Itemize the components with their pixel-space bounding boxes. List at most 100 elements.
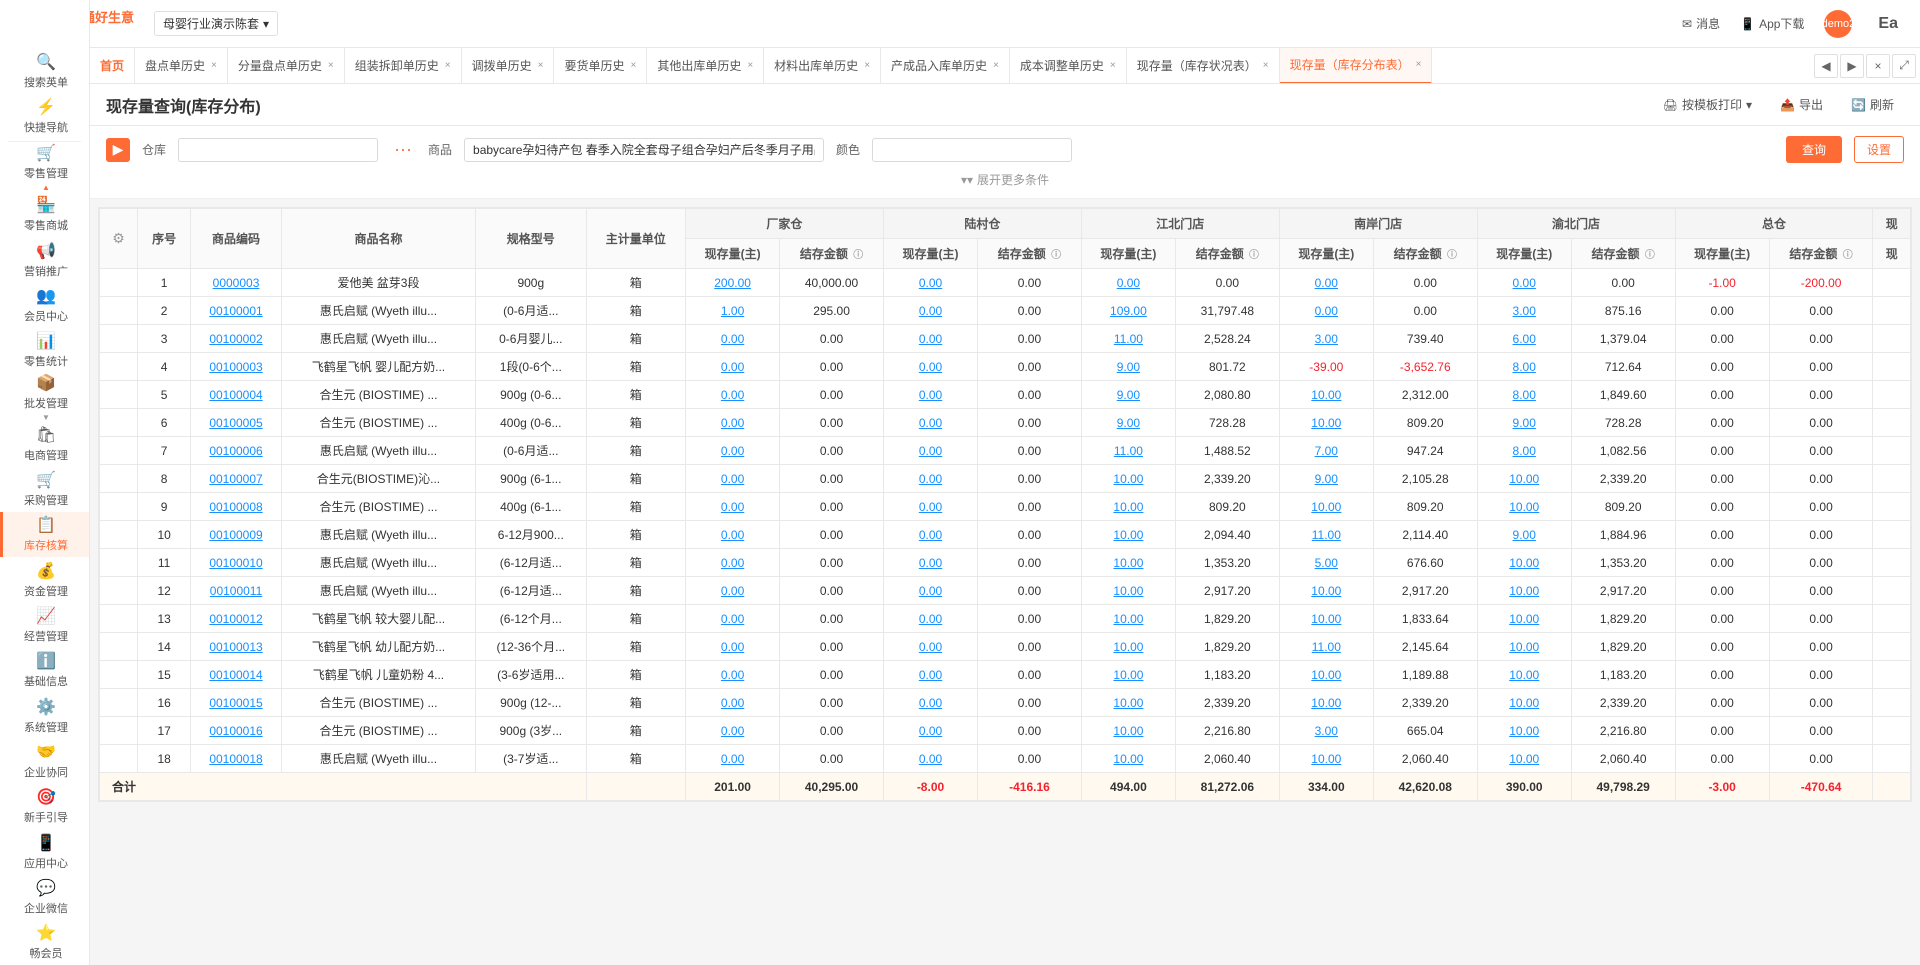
close-tab-7[interactable]: × — [864, 60, 870, 71]
user-area[interactable]: demo2 — [1824, 10, 1852, 38]
tab-stock-status[interactable]: 现存量（库存状况表） × — [1127, 48, 1280, 84]
marketing-icon: 📢 — [36, 241, 56, 261]
sidebar-item-retail-mgmt[interactable]: 🛒 零售管理 ▲ — [0, 144, 89, 192]
sidebar-item-nav[interactable]: ⚡ 快捷导航 — [0, 93, 89, 138]
sidebar-item-wholesale[interactable]: 📦 批发管理 ▼ — [0, 373, 89, 421]
cell-w3-qty: 10.00 — [1081, 465, 1175, 493]
th-w2-amt: 结存金额 ⓘ — [978, 239, 1082, 269]
cell-check — [100, 409, 138, 437]
sidebar-item-wechat[interactable]: 💬 企业微信 — [0, 874, 89, 919]
close-tab-10[interactable]: × — [1263, 60, 1269, 71]
tab-inventory-check[interactable]: 盘点单历史 × — [135, 48, 228, 84]
cell-w2-qty: 0.00 — [883, 381, 977, 409]
cell-w2-amt: 0.00 — [978, 493, 1082, 521]
nav-expand-btn[interactable]: ⤢ — [1892, 54, 1916, 78]
tab-product-in[interactable]: 产成品入库单历史 × — [881, 48, 1010, 84]
warehouse-dots-btn[interactable]: ··· — [390, 139, 416, 160]
sidebar-item-member[interactable]: 👥 会员中心 — [0, 282, 89, 327]
tab-material-out[interactable]: 材料出库单历史 × — [764, 48, 881, 84]
sidebar-item-guide[interactable]: 🎯 新手引导 — [0, 784, 89, 829]
cell-unit: 箱 — [586, 409, 685, 437]
tab-partial-inventory[interactable]: 分量盘点单历史 × — [228, 48, 345, 84]
sidebar-item-basic-info[interactable]: ℹ️ 基础信息 — [0, 648, 89, 693]
close-tab-6[interactable]: × — [747, 60, 753, 71]
cell-name: 惠氏启赋 (Wyeth illu... — [281, 325, 475, 353]
sidebar-item-enterprise[interactable]: 🤝 企业协同 — [0, 738, 89, 783]
query-btn[interactable]: 查询 — [1786, 136, 1842, 163]
cell-curr — [1873, 269, 1911, 297]
sidebar-item-ecommerce[interactable]: 🛍 电商管理 — [0, 421, 89, 466]
cell-no: 14 — [138, 633, 191, 661]
close-tab-11[interactable]: × — [1416, 59, 1422, 70]
cell-w2-amt: 0.00 — [978, 605, 1082, 633]
cell-w3-qty: 10.00 — [1081, 661, 1175, 689]
sidebar-item-marketing[interactable]: 📢 营销推广 — [0, 237, 89, 282]
cell-w2-amt: 0.00 — [978, 381, 1082, 409]
summary-w1-qty: 201.00 — [685, 773, 779, 801]
th-w3-qty: 现存量(主) — [1081, 239, 1175, 269]
cell-w5-amt: 1,829.20 — [1571, 605, 1675, 633]
cell-curr — [1873, 633, 1911, 661]
sidebar-item-inventory[interactable]: 📋 库存核算 — [0, 512, 89, 557]
sidebar-item-mall[interactable]: 🏪 零售商城 — [0, 192, 89, 237]
gear-btn[interactable]: ⚙ — [112, 230, 125, 247]
nav-close-btn[interactable]: × — [1866, 54, 1890, 78]
tab-home[interactable]: 首页 — [90, 48, 135, 84]
company-dropdown[interactable]: 母婴行业演示陈套 ▾ — [154, 11, 278, 36]
set-btn[interactable]: 设置 — [1854, 136, 1904, 163]
nav-prev-btn[interactable]: ◀ — [1814, 54, 1838, 78]
close-tab-1[interactable]: × — [211, 60, 217, 71]
cell-w1-amt: 0.00 — [780, 437, 884, 465]
close-tab-9[interactable]: × — [1110, 60, 1116, 71]
sidebar-item-apps[interactable]: 📱 应用中心 — [0, 829, 89, 874]
tab-other-out[interactable]: 其他出库单历史 × — [647, 48, 764, 84]
cell-w1-qty: 0.00 — [685, 549, 779, 577]
refresh-btn[interactable]: 🔄 刷新 — [1841, 92, 1904, 117]
tab-assembly[interactable]: 组装拆卸单历史 × — [345, 48, 462, 84]
sidebar-item-retail-stat[interactable]: 📊 零售统计 — [0, 328, 89, 373]
close-tab-3[interactable]: × — [445, 60, 451, 71]
cell-no: 6 — [138, 409, 191, 437]
cell-w1-qty: 0.00 — [685, 493, 779, 521]
cell-name: 合生元 (BIOSTIME) ... — [281, 689, 475, 717]
export-btn[interactable]: 📤 导出 — [1770, 92, 1833, 117]
cell-w5-amt: 875.16 — [1571, 297, 1675, 325]
nav-next-btn[interactable]: ▶ — [1840, 54, 1864, 78]
app-download-btn[interactable]: 📱 App下载 — [1740, 15, 1804, 32]
cell-w1-amt: 0.00 — [780, 493, 884, 521]
expand-conditions-btn[interactable]: ▾▾ 展开更多条件 — [106, 171, 1904, 188]
color-input[interactable] — [872, 138, 1072, 162]
cell-w5-amt: 0.00 — [1571, 269, 1675, 297]
cell-w3-amt: 2,917.20 — [1176, 577, 1280, 605]
close-tab-8[interactable]: × — [993, 60, 999, 71]
table-row: 8 00100007 合生元(BIOSTIME)沁... 900g (6-1..… — [100, 465, 1911, 493]
toggle-filter-btn[interactable]: ▶ — [106, 138, 130, 162]
sidebar-item-vip[interactable]: ⭐ 畅会员 — [0, 920, 89, 965]
tab-transfer[interactable]: 调拨单历史 × — [462, 48, 555, 84]
cell-total-amt: 0.00 — [1769, 633, 1873, 661]
warehouse-input[interactable] — [178, 138, 378, 162]
print-btn[interactable]: 🖨 按模板打印 ▾ — [1653, 92, 1762, 117]
tab-order[interactable]: 要货单历史 × — [554, 48, 647, 84]
tab-stock-distribution[interactable]: 现存量（库存分布表） × — [1280, 48, 1433, 84]
cell-unit: 箱 — [586, 717, 685, 745]
th-unit: 主计量单位 — [586, 209, 685, 269]
tab-cost-adjust[interactable]: 成本调整单历史 × — [1010, 48, 1127, 84]
sidebar-item-system[interactable]: ⚙️ 系统管理 — [0, 693, 89, 738]
top-right: ✉ 消息 📱 App下载 demo2 Ea — [1682, 10, 1904, 38]
top-ea-btn[interactable]: Ea — [1872, 13, 1904, 35]
cell-no: 16 — [138, 689, 191, 717]
sidebar-item-search[interactable]: 🔍 搜索英单 — [0, 48, 89, 93]
cell-w3-amt: 1,829.20 — [1176, 605, 1280, 633]
close-tab-5[interactable]: × — [630, 60, 636, 71]
cell-unit: 箱 — [586, 661, 685, 689]
sidebar-item-purchase[interactable]: 🛒 采购管理 — [0, 466, 89, 511]
cell-w2-qty: 0.00 — [883, 437, 977, 465]
close-tab-4[interactable]: × — [538, 60, 544, 71]
sidebar-item-operations[interactable]: 📈 经营管理 — [0, 602, 89, 647]
close-tab-2[interactable]: × — [328, 60, 334, 71]
sidebar-item-finance[interactable]: 💰 资金管理 — [0, 557, 89, 602]
message-btn[interactable]: ✉ 消息 — [1682, 15, 1720, 32]
system-icon: ⚙️ — [36, 697, 56, 717]
goods-input[interactable] — [464, 138, 824, 162]
